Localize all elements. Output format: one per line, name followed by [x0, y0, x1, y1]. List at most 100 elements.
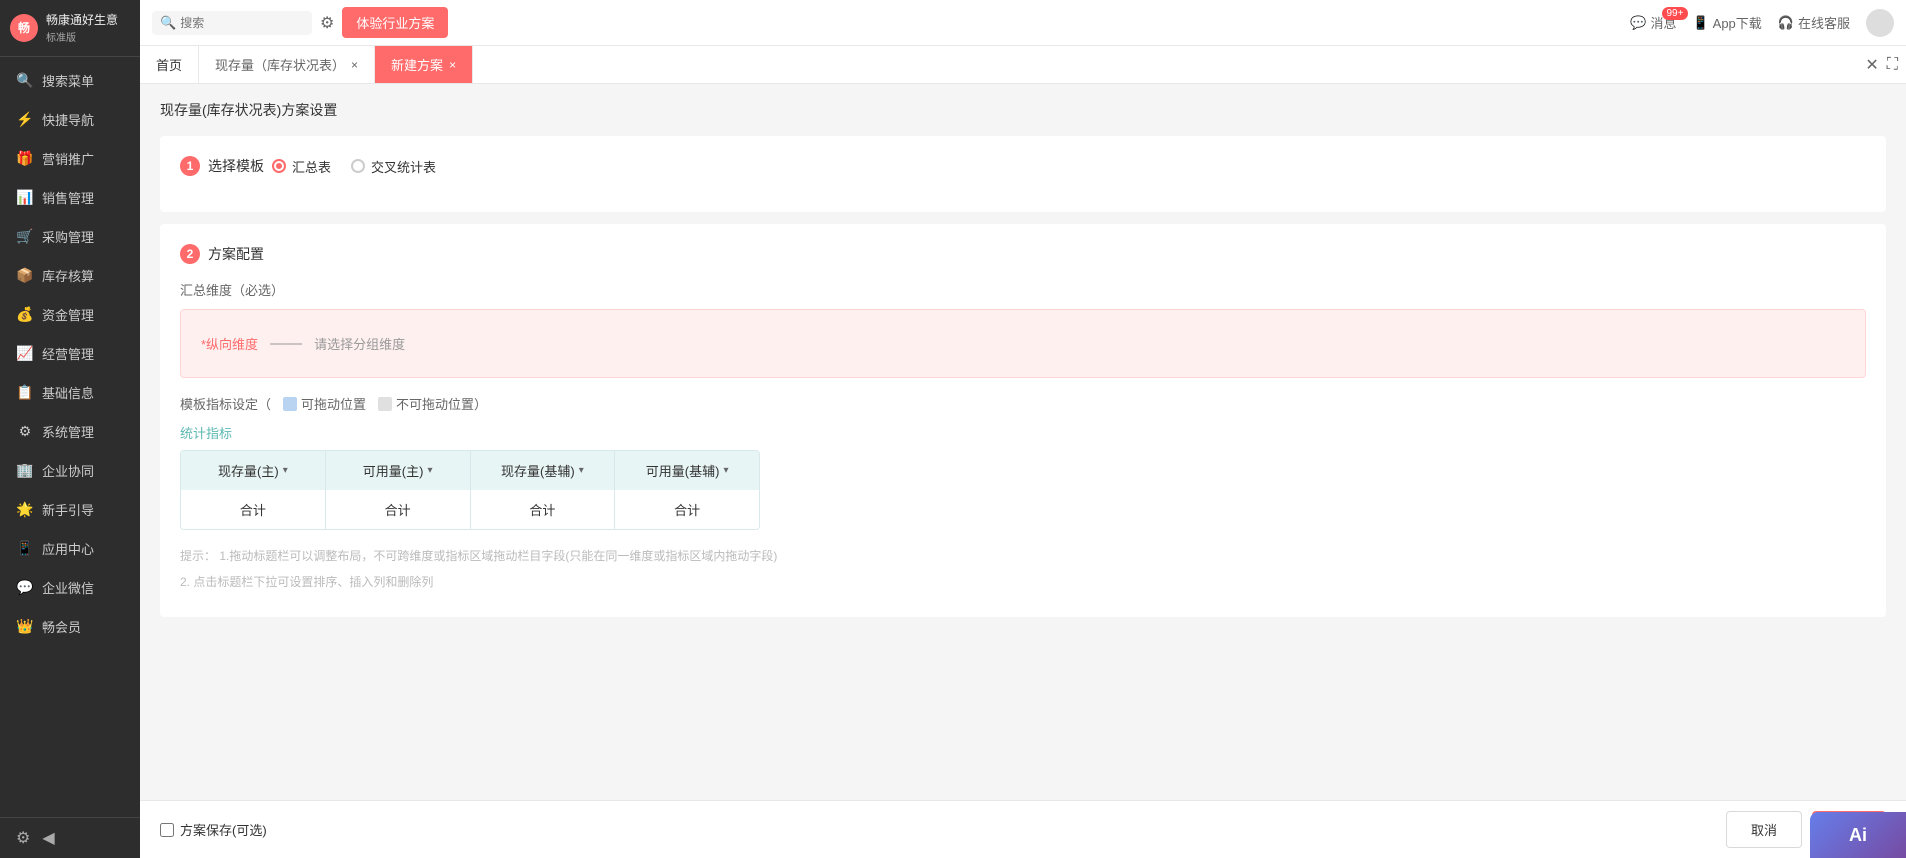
sidebar-item-app-center[interactable]: 📱 应用中心 — [0, 529, 140, 568]
new-guide-icon: 🌟 — [16, 500, 34, 518]
search-input[interactable] — [180, 16, 304, 30]
close-all-tabs-icon[interactable]: ✕ — [1865, 55, 1878, 75]
page-footer: 方案保存(可选) 取消 查询 — [140, 800, 1906, 858]
app-download-btn[interactable]: 📱 App下载 — [1692, 13, 1761, 32]
radio-cross[interactable]: 交叉统计表 — [351, 157, 436, 176]
sidebar-item-basic-info[interactable]: 📋 基础信息 — [0, 373, 140, 412]
sidebar-item-label: 搜索菜单 — [42, 71, 94, 90]
member-icon: 👑 — [16, 617, 34, 635]
sidebar-item-system[interactable]: ⚙ 系统管理 — [0, 412, 140, 451]
no-drag-indicator: 不可拖动位置） — [378, 394, 487, 413]
sidebar-item-member[interactable]: 👑 畅会员 — [0, 607, 140, 646]
col4-label: 可用量(基辅) — [646, 461, 720, 480]
radio-dot-cross — [351, 159, 365, 173]
stats-table: 现存量(主) ▾ 可用量(主) ▾ 现存量(基辅) ▾ 可用量(基辅) — [180, 450, 760, 530]
search-box[interactable]: 🔍 — [152, 11, 312, 35]
sidebar-item-marketing[interactable]: 🎁 营销推广 — [0, 139, 140, 178]
step2-label: 方案配置 — [208, 244, 264, 264]
app-edition: 标准版 — [46, 29, 118, 44]
header-col-1[interactable]: 现存量(主) ▾ — [181, 451, 326, 490]
sidebar-item-label: 资金管理 — [42, 305, 94, 324]
cancel-button[interactable]: 取消 — [1726, 811, 1802, 848]
step1-num: 1 — [180, 156, 200, 176]
app-center-icon: 📱 — [16, 539, 34, 557]
online-service-btn[interactable]: 🎧 在线客服 — [1778, 13, 1850, 32]
sidebar-item-sales[interactable]: 📊 销售管理 — [0, 178, 140, 217]
sidebar-item-search-menu[interactable]: 🔍 搜索菜单 — [0, 61, 140, 100]
collapse-icon[interactable]: ◀ — [42, 828, 54, 848]
app-name: 畅康通好生意 — [46, 12, 118, 29]
save-checkbox[interactable] — [160, 823, 174, 837]
ai-label: Ai — [1849, 825, 1867, 846]
sidebar-item-wechat[interactable]: 💬 企业微信 — [0, 568, 140, 607]
radio-summary[interactable]: 汇总表 — [272, 157, 331, 176]
tip-1: 提示： 1.拖动标题栏可以调整布局，不可跨维度或指标区域拖动栏目字段(只能在同一… — [180, 546, 1866, 568]
sidebar-item-new-guide[interactable]: 🌟 新手引导 — [0, 490, 140, 529]
tab-new-scheme[interactable]: 新建方案 × — [375, 46, 473, 83]
stats-section-label: 统计指标 — [180, 423, 1866, 442]
system-icon: ⚙ — [16, 422, 34, 440]
cell-1-1: 合计 — [181, 490, 326, 529]
sidebar-nav: 🔍 搜索菜单 ⚡ 快捷导航 🎁 营销推广 📊 销售管理 🛒 采购管理 📦 库存核… — [0, 57, 140, 817]
sidebar-item-label: 经营管理 — [42, 344, 94, 363]
phone-icon: 📱 — [1692, 15, 1708, 31]
sidebar-item-inventory[interactable]: 📦 库存核算 — [0, 256, 140, 295]
step2-card: 2 方案配置 汇总维度（必选） *纵向维度 —— 请选择分组维度 模板指标设定（… — [160, 224, 1886, 617]
sidebar: 畅 畅康通好生意 标准版 🔍 搜索菜单 ⚡ 快捷导航 🎁 营销推广 📊 销售管理… — [0, 0, 140, 858]
message-btn[interactable]: 💬 消息 99+ — [1630, 13, 1676, 32]
topbar: 🔍 ⚙ 体验行业方案 💬 消息 99+ 📱 App下载 🎧 在线客服 — [140, 0, 1906, 46]
sidebar-logo-info: 畅康通好生意 标准版 — [46, 12, 118, 44]
chevron-down-icon-3: ▾ — [579, 465, 584, 476]
marketing-icon: 🎁 — [16, 149, 34, 167]
dimension-dash: —— — [270, 335, 302, 353]
ai-button[interactable]: Ai — [1810, 812, 1906, 858]
cell-1-2: 合计 — [326, 490, 471, 529]
save-option: 方案保存(可选) — [160, 820, 267, 839]
dimension-area[interactable]: *纵向维度 —— 请选择分组维度 — [180, 309, 1866, 378]
sidebar-item-quick-nav[interactable]: ⚡ 快捷导航 — [0, 100, 140, 139]
close-inventory-tab-icon[interactable]: × — [351, 58, 358, 72]
header-col-3[interactable]: 现存量(基辅) ▾ — [471, 451, 616, 490]
tab-inventory-status[interactable]: 现存量（库存状况表） × — [199, 46, 375, 83]
user-avatar[interactable] — [1866, 9, 1894, 37]
operation-icon: 📈 — [16, 344, 34, 362]
chevron-down-icon-1: ▾ — [283, 465, 288, 476]
tab-home[interactable]: 首页 — [140, 46, 199, 83]
sidebar-item-finance[interactable]: 💰 资金管理 — [0, 295, 140, 334]
sidebar-item-label: 采购管理 — [42, 227, 94, 246]
sidebar-item-label: 库存核算 — [42, 266, 94, 285]
tab-inventory-status-label: 现存量（库存状况表） — [215, 55, 345, 74]
page-content: 现存量(库存状况表)方案设置 1 选择模板 汇总表 交叉统计表 — [140, 84, 1906, 800]
sidebar-item-label: 企业协同 — [42, 461, 94, 480]
drag-box-icon — [283, 397, 297, 411]
search-icon: 🔍 — [160, 15, 176, 31]
chevron-down-icon-2: ▾ — [427, 465, 432, 476]
step1-card: 1 选择模板 汇总表 交叉统计表 — [160, 136, 1886, 212]
trial-btn[interactable]: 体验行业方案 — [342, 7, 448, 38]
indicator-settings: 模板指标设定（ 可拖动位置 不可拖动位置） 统计指标 现存量(主) — [180, 394, 1866, 530]
sidebar-item-label: 系统管理 — [42, 422, 94, 441]
sidebar-item-operation[interactable]: 📈 经营管理 — [0, 334, 140, 373]
radio-dot-summary — [272, 159, 286, 173]
settings-icon[interactable]: ⚙ — [16, 828, 30, 848]
no-drag-label: 不可拖动位置） — [396, 394, 487, 413]
col2-label: 可用量(主) — [363, 461, 424, 480]
service-label: 在线客服 — [1798, 13, 1850, 32]
col3-label: 现存量(基辅) — [501, 461, 575, 480]
expand-tabs-icon[interactable]: ⛶ — [1887, 56, 1898, 74]
dimension-section-label: 汇总维度（必选） — [180, 280, 1866, 299]
header-col-2[interactable]: 可用量(主) ▾ — [326, 451, 471, 490]
indicator-label-text: 模板指标设定（ — [180, 394, 271, 413]
sales-icon: 📊 — [16, 188, 34, 206]
header-col-4[interactable]: 可用量(基辅) ▾ — [615, 451, 759, 490]
sidebar-item-enterprise[interactable]: 🏢 企业协同 — [0, 451, 140, 490]
radio-cross-label: 交叉统计表 — [371, 157, 436, 176]
inventory-icon: 📦 — [16, 266, 34, 284]
sidebar-bottom: ⚙ ◀ — [0, 817, 140, 858]
sidebar-item-purchase[interactable]: 🛒 采购管理 — [0, 217, 140, 256]
close-new-scheme-icon[interactable]: × — [449, 58, 456, 72]
no-drag-box-icon — [378, 397, 392, 411]
settings-gear-icon[interactable]: ⚙ — [320, 13, 334, 33]
dimension-placeholder: 请选择分组维度 — [314, 334, 405, 353]
indicator-settings-header: 模板指标设定（ 可拖动位置 不可拖动位置） — [180, 394, 1866, 413]
